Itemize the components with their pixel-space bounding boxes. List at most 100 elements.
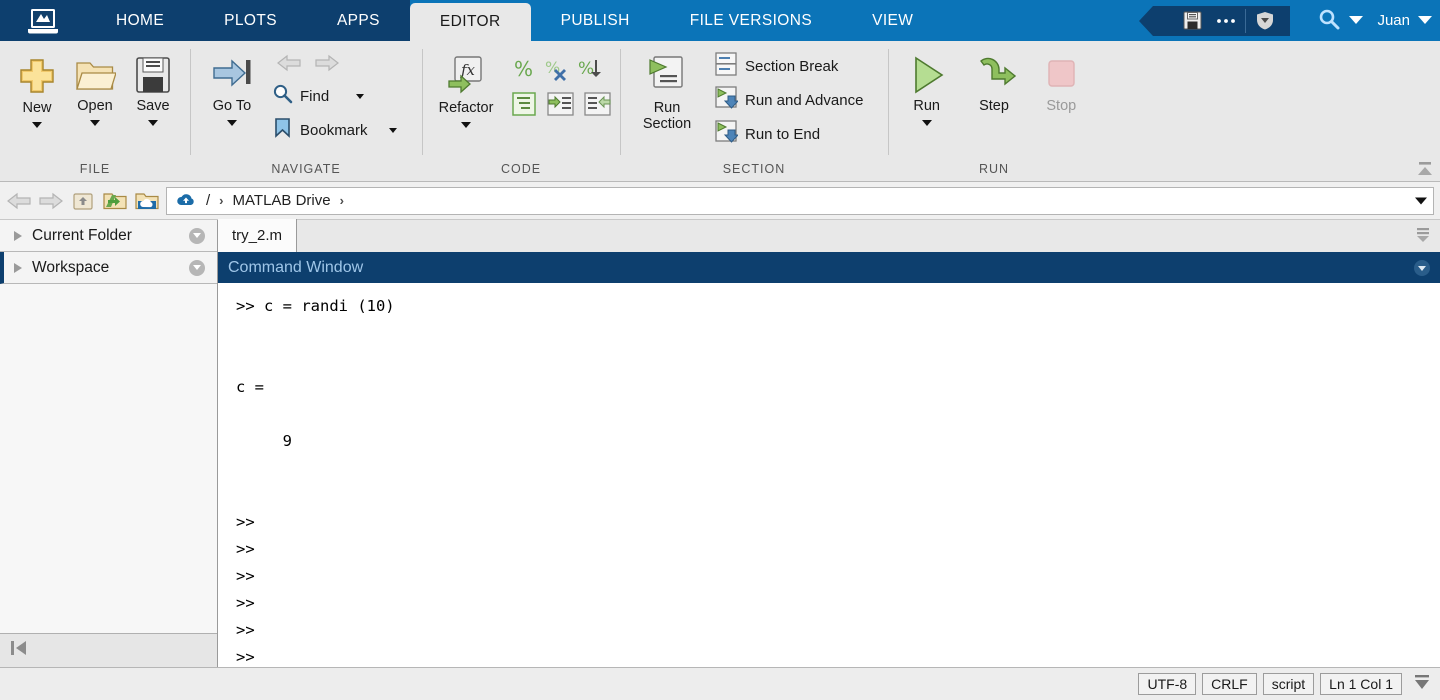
increase-indent-icon[interactable] bbox=[547, 92, 575, 121]
shield-icon bbox=[1257, 12, 1273, 30]
workspace-menu-icon[interactable] bbox=[189, 259, 205, 276]
status-file-type[interactable]: script bbox=[1262, 673, 1315, 695]
find-dropdown-caret[interactable] bbox=[356, 93, 365, 99]
search-icon[interactable] bbox=[1318, 8, 1340, 34]
run-and-advance-button[interactable]: Run and Advance bbox=[712, 83, 865, 117]
browse-folder-button[interactable] bbox=[102, 188, 128, 214]
save-button[interactable]: Save bbox=[124, 49, 182, 126]
run-dropdown-caret[interactable] bbox=[921, 119, 932, 126]
sidebar-item-workspace[interactable]: Workspace bbox=[0, 252, 217, 284]
up-folder-icon bbox=[73, 192, 93, 210]
user-dropdown-icon[interactable] bbox=[1418, 12, 1432, 29]
nav-forward-button[interactable] bbox=[38, 188, 64, 214]
tab-publish[interactable]: PUBLISH bbox=[530, 0, 660, 41]
sidebar-item-current-folder[interactable]: Current Folder bbox=[0, 220, 217, 252]
step-button[interactable]: Step bbox=[963, 49, 1024, 115]
editor-tab-try2m[interactable]: try_2.m bbox=[218, 219, 298, 252]
sidebar-footer bbox=[0, 633, 217, 667]
ribbon-group-file: New Open Save FILE bbox=[0, 41, 190, 181]
go-to-start-icon[interactable] bbox=[10, 639, 28, 662]
section-break-button[interactable]: Section Break bbox=[712, 49, 865, 83]
editor-tab-label: try_2.m bbox=[232, 227, 283, 244]
nav-back-button[interactable] bbox=[6, 188, 32, 214]
qat-shield-button[interactable] bbox=[1248, 7, 1282, 35]
command-window-menu-icon[interactable] bbox=[1414, 260, 1430, 276]
run-button-label: Run bbox=[913, 98, 940, 114]
run-to-end-label: Run to End bbox=[745, 125, 821, 143]
current-folder-menu-icon[interactable] bbox=[189, 227, 205, 244]
ribbon-group-code: fx Refactor % % % CODE bbox=[422, 41, 620, 181]
tab-apps[interactable]: APPS bbox=[306, 0, 410, 41]
matlab-logo[interactable] bbox=[0, 0, 86, 41]
triangle-right-icon bbox=[14, 230, 22, 241]
decrease-indent-icon[interactable] bbox=[584, 92, 612, 121]
command-line: >> bbox=[236, 540, 255, 558]
new-button[interactable]: New bbox=[8, 49, 66, 128]
svg-text:%: % bbox=[578, 59, 594, 79]
left-sidebar: Current Folder Workspace bbox=[0, 220, 218, 667]
back-arrow-icon[interactable] bbox=[276, 54, 302, 77]
open-dropdown-caret[interactable] bbox=[90, 119, 100, 126]
status-encoding[interactable]: UTF-8 bbox=[1138, 673, 1197, 695]
open-button[interactable]: Open bbox=[66, 49, 124, 126]
wrap-comment-icon[interactable]: % bbox=[578, 57, 604, 86]
run-section-button[interactable]: Run Section bbox=[628, 49, 706, 132]
ribbon-group-run-label: RUN bbox=[978, 162, 1010, 176]
status-expand-icon[interactable] bbox=[1412, 674, 1432, 694]
ribbon-group-section: Run Section Section Break Run and Advanc… bbox=[620, 41, 888, 181]
qat-more-button[interactable] bbox=[1209, 7, 1243, 35]
main-area: Current Folder Workspace try_2.m Command… bbox=[0, 219, 1440, 667]
ribbon-group-navigate-label: NAVIGATE bbox=[271, 162, 341, 176]
tab-view-label: VIEW bbox=[872, 11, 914, 29]
forward-arrow-icon[interactable] bbox=[314, 54, 340, 77]
breadcrumb-matlab-drive[interactable]: MATLAB Drive bbox=[233, 192, 331, 209]
command-window-title-bar: Command Window bbox=[218, 253, 1440, 283]
tab-file-versions[interactable]: FILE VERSIONS bbox=[659, 0, 843, 41]
run-button[interactable]: Run bbox=[896, 49, 957, 126]
smart-indent-icon[interactable] bbox=[512, 92, 538, 121]
bookmark-button[interactable]: Bookmark bbox=[270, 113, 399, 147]
triangle-right-icon-2 bbox=[14, 262, 22, 273]
magnifier-icon bbox=[272, 83, 293, 109]
refactor-dropdown-caret[interactable] bbox=[461, 121, 471, 128]
qat-save-button[interactable] bbox=[1175, 7, 1209, 35]
panel-collapse-icon[interactable] bbox=[1414, 227, 1432, 248]
goto-button[interactable]: Go To bbox=[198, 49, 266, 126]
cloud-icon bbox=[175, 191, 197, 211]
search-dropdown-icon[interactable] bbox=[1349, 12, 1364, 29]
status-cursor-position[interactable]: Ln 1 Col 1 bbox=[1320, 673, 1402, 695]
comment-icon[interactable]: % bbox=[512, 57, 536, 86]
tab-plots[interactable]: PLOTS bbox=[194, 0, 307, 41]
tab-home[interactable]: HOME bbox=[86, 0, 195, 41]
tab-view[interactable]: VIEW bbox=[842, 0, 944, 41]
address-bar: / › MATLAB Drive › bbox=[0, 182, 1440, 220]
run-to-end-button[interactable]: Run to End bbox=[712, 117, 865, 151]
save-dropdown-caret[interactable] bbox=[148, 119, 158, 126]
breadcrumb-separator-icon: › bbox=[219, 193, 224, 208]
cloud-folder-button[interactable] bbox=[134, 188, 160, 214]
command-window-output[interactable]: >> c = randi (10) c = 9 >> >> >> >> >> >… bbox=[218, 283, 1440, 667]
breadcrumb-root[interactable]: / bbox=[206, 192, 210, 209]
stop-button: Stop bbox=[1031, 49, 1092, 115]
ribbon-collapse-icon[interactable] bbox=[1416, 161, 1434, 177]
refactor-button[interactable]: fx Refactor bbox=[430, 49, 502, 128]
status-line-ending[interactable]: CRLF bbox=[1202, 673, 1257, 695]
up-folder-button[interactable] bbox=[70, 188, 96, 214]
command-line bbox=[236, 320, 1440, 347]
goto-dropdown-caret[interactable] bbox=[227, 119, 237, 126]
user-name-label[interactable]: Juan bbox=[1377, 12, 1410, 29]
tab-editor[interactable]: EDITOR bbox=[409, 3, 531, 41]
command-line bbox=[236, 347, 1440, 374]
tab-apps-label: APPS bbox=[336, 11, 380, 29]
path-breadcrumb-bar[interactable]: / › MATLAB Drive › bbox=[166, 186, 1434, 215]
command-line bbox=[236, 455, 1440, 482]
find-button[interactable]: Find bbox=[270, 79, 399, 113]
bookmark-dropdown-caret[interactable] bbox=[388, 127, 397, 133]
uncomment-icon[interactable]: % bbox=[545, 57, 569, 86]
new-dropdown-caret[interactable] bbox=[32, 121, 42, 128]
path-dropdown-icon[interactable] bbox=[1415, 197, 1427, 204]
command-line: >> bbox=[236, 513, 255, 531]
ribbon-group-run: Run Step Stop RUN bbox=[888, 41, 1100, 181]
sidebar-item-current-folder-label: Current Folder bbox=[32, 226, 132, 244]
run-to-end-icon bbox=[714, 119, 740, 149]
